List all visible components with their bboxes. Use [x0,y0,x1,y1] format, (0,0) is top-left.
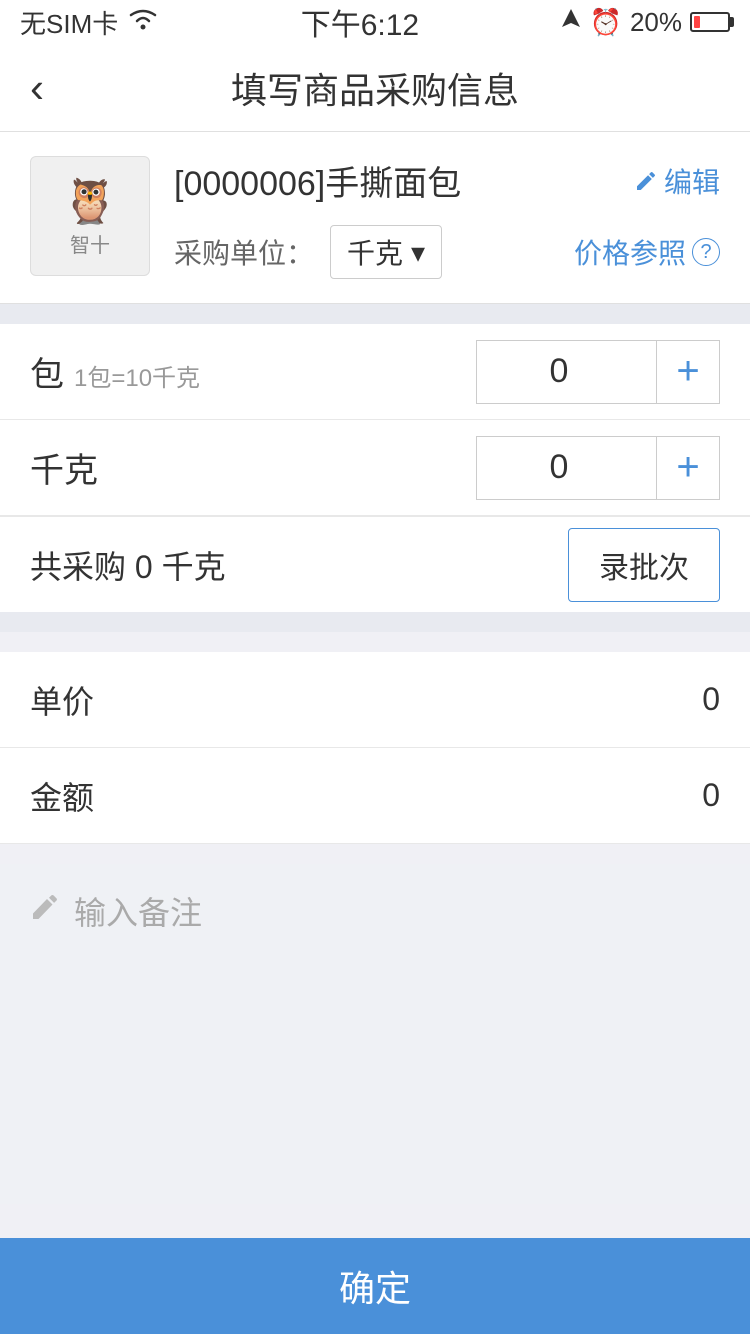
section-divider-2 [0,612,750,632]
bao-plus-button[interactable]: + [656,340,720,404]
battery-pct: 20% [630,7,682,38]
edit-label: 编辑 [664,161,720,201]
product-info: [0000006]手撕面包 编辑 采购单位： 千克 ▾ 价格参照 ? [174,156,720,279]
amount-label: 金额 [30,773,94,819]
bao-input[interactable] [476,340,656,404]
section-divider-1 [0,304,750,324]
confirm-button[interactable]: 确定 [0,1238,750,1334]
input-section: 包 1包=10千克 + 千克 + [0,324,750,516]
carrier-text: 无SIM卡 [20,4,118,41]
pencil-icon [30,892,60,931]
battery-icon [690,12,730,32]
kg-input-row: 千克 + [0,420,750,516]
amount-row: 金额 0 [0,748,750,844]
bao-controls: + [476,340,720,404]
product-logo-text: 智十 [70,229,110,258]
page-title: 填写商品采购信息 [231,62,519,114]
unit-price-label: 单价 [30,677,94,723]
unit-price-row: 单价 0 [0,652,750,748]
product-card: 🦉 智十 [0000006]手撕面包 编辑 采购单位： 千克 ▾ 价格参照 ? [0,132,750,304]
bao-sub-label: 1包=10千克 [74,358,200,393]
location-icon [560,7,582,38]
kg-controls: + [476,436,720,500]
unit-value: 千克 [347,232,403,272]
summary-row: 共采购 0 千克 录批次 [0,516,750,612]
batch-button[interactable]: 录批次 [568,528,720,602]
price-ref-button[interactable]: 价格参照 ? [574,232,720,272]
chevron-down-icon: ▾ [411,236,425,269]
amount-value: 0 [702,777,720,814]
bao-label: 包 [30,347,64,396]
unit-select[interactable]: 千克 ▾ [330,225,442,279]
price-section: 单价 0 金额 0 [0,652,750,844]
product-name: [0000006]手撕面包 [174,156,461,205]
kg-input[interactable] [476,436,656,500]
price-ref-label: 价格参照 [574,232,686,272]
product-image: 🦉 智十 [30,156,150,276]
product-name-row: [0000006]手撕面包 编辑 [174,156,720,205]
status-bar: 无SIM卡 下午6:12 ⏰ 20% [0,0,750,44]
info-icon: ? [692,238,720,266]
nav-bar: ‹ 填写商品采购信息 [0,44,750,132]
wifi-icon [126,7,160,38]
bao-input-row: 包 1包=10千克 + [0,324,750,420]
remark-section[interactable]: 输入备注 [0,864,750,1204]
kg-label-group: 千克 [30,443,190,492]
summary-text: 共采购 0 千克 [30,542,226,588]
status-left: 无SIM卡 [20,4,160,41]
unit-label: 采购单位： [174,232,314,272]
kg-plus-button[interactable]: + [656,436,720,500]
status-time: 下午6:12 [301,0,419,44]
product-logo-icon: 🦉 [63,175,118,227]
remark-placeholder: 输入备注 [74,888,202,934]
status-right: ⏰ 20% [560,7,730,38]
unit-price-value: 0 [702,681,720,718]
kg-label: 千克 [30,443,98,492]
edit-button[interactable]: 编辑 [634,161,720,201]
unit-row: 采购单位： 千克 ▾ 价格参照 ? [174,225,720,279]
back-button[interactable]: ‹ [30,64,44,112]
alarm-icon: ⏰ [590,7,622,38]
bao-label-group: 包 1包=10千克 [30,347,200,396]
